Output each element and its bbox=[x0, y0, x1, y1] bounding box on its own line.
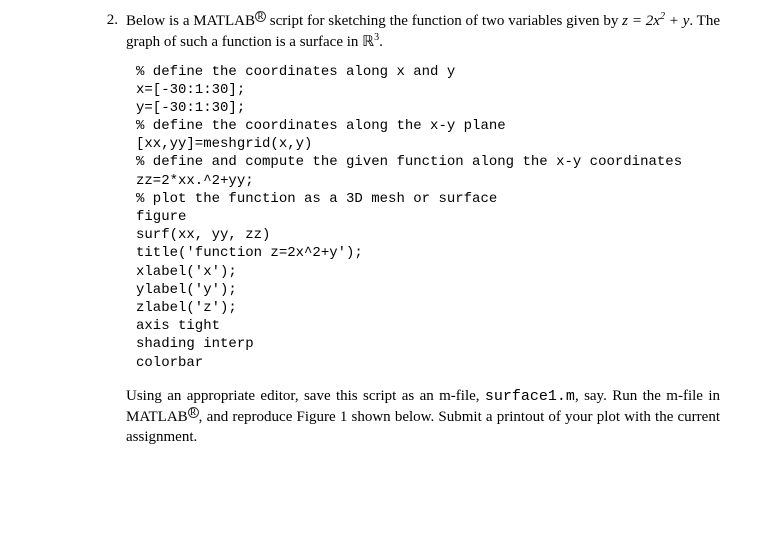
intro-text-2: script for sketching the function of two… bbox=[266, 13, 622, 29]
code-block: % define the coordinates along x and y x… bbox=[136, 63, 720, 372]
registered-icon: R bbox=[255, 11, 266, 22]
question-block: 2. Below is a MATLABR script for sketchi… bbox=[100, 10, 720, 447]
real-space: ℝ bbox=[362, 34, 374, 50]
registered-icon: R bbox=[188, 407, 199, 418]
intro-text-1: Below is a MATLAB bbox=[126, 13, 255, 29]
filename: surface1.m bbox=[485, 388, 575, 405]
intro-paragraph: Below is a MATLABR script for sketching … bbox=[126, 10, 720, 53]
question-number: 2. bbox=[100, 10, 118, 447]
intro-text-4: . bbox=[379, 34, 383, 50]
closing-text-1: Using an appropriate editor, save this s… bbox=[126, 388, 485, 404]
equation-lhs: z = 2x bbox=[622, 13, 660, 29]
equation-tail: + y bbox=[665, 13, 689, 29]
question-body: Below is a MATLABR script for sketching … bbox=[126, 10, 720, 447]
closing-paragraph: Using an appropriate editor, save this s… bbox=[126, 386, 720, 448]
closing-text-3: , and reproduce Figure 1 shown below. Su… bbox=[126, 409, 720, 445]
